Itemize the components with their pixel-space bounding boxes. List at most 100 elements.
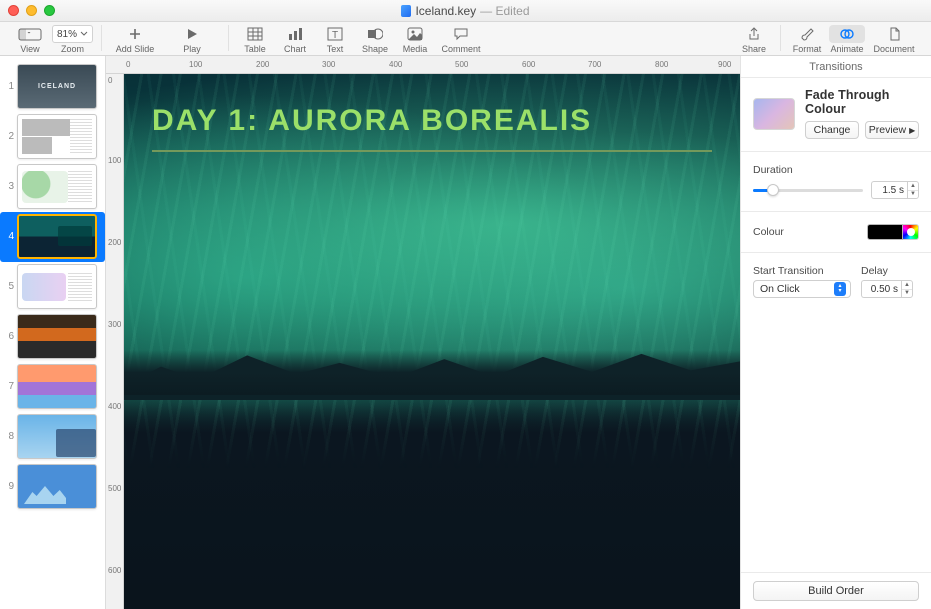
- delay-label: Delay: [861, 265, 919, 277]
- slider-knob[interactable]: [767, 184, 779, 196]
- chart-label: Chart: [284, 44, 306, 54]
- media-label: Media: [403, 44, 428, 54]
- thumb-2: [17, 114, 97, 159]
- document-button[interactable]: Document: [869, 25, 919, 54]
- comment-button[interactable]: Comment: [437, 25, 485, 54]
- play-button[interactable]: Play: [164, 25, 220, 54]
- zoom-window-button[interactable]: [44, 5, 55, 16]
- comment-icon: [453, 27, 469, 41]
- slide-thumbnail[interactable]: 8: [0, 412, 105, 462]
- stepper-up-icon[interactable]: ▲: [902, 281, 912, 290]
- share-icon: [747, 27, 761, 41]
- add-slide-button[interactable]: Add Slide: [110, 25, 160, 54]
- stepper-down-icon[interactable]: ▼: [902, 290, 912, 298]
- thumb-7: [17, 364, 97, 409]
- thumb-1: ICELAND: [17, 64, 97, 109]
- view-button[interactable]: View: [12, 25, 48, 54]
- build-order-button[interactable]: Build Order: [753, 581, 919, 601]
- minimize-window-button[interactable]: [26, 5, 37, 16]
- add-slide-label: Add Slide: [116, 44, 155, 54]
- slide-thumbnail[interactable]: 7: [0, 362, 105, 412]
- toolbar: View 81% Zoom Add Slide Play Table Chart: [0, 22, 931, 56]
- svg-text:T: T: [332, 30, 338, 41]
- slide-divider-line: [152, 150, 712, 152]
- slide-thumbnail[interactable]: 3: [0, 162, 105, 212]
- plus-icon: [128, 27, 142, 41]
- table-label: Table: [244, 44, 266, 54]
- document-icon: [887, 27, 901, 41]
- slide-thumbnail[interactable]: 5: [0, 262, 105, 312]
- delay-field[interactable]: 0.50 s: [861, 280, 901, 298]
- duration-stepper[interactable]: ▲▼: [907, 181, 919, 199]
- view-icon: [18, 27, 42, 41]
- slide-thumbnail[interactable]: 9: [0, 462, 105, 512]
- start-transition-select[interactable]: On Click ▴▾: [753, 280, 851, 298]
- slide-canvas[interactable]: DAY 1: AURORA BOREALIS: [124, 74, 740, 609]
- transition-swatch[interactable]: [753, 98, 795, 130]
- media-icon: [407, 27, 423, 41]
- colour-label: Colour: [753, 226, 784, 238]
- slide-navigator[interactable]: 1ICELAND 2 3 4 5 6 7 8 9: [0, 56, 106, 609]
- play-icon: [185, 27, 199, 41]
- thumb-4: [17, 214, 97, 259]
- select-arrows-icon: ▴▾: [834, 282, 846, 296]
- animate-label: Animate: [830, 44, 863, 54]
- document-filename: Iceland.key: [415, 4, 476, 18]
- duration-slider[interactable]: [753, 189, 863, 192]
- canvas-area: 0 100 200 300 400 500 600 700 800 900 0 …: [106, 56, 740, 609]
- delay-stepper[interactable]: ▲▼: [901, 280, 913, 298]
- duration-field[interactable]: 1.5 s: [871, 181, 907, 199]
- media-button[interactable]: Media: [397, 25, 433, 54]
- stepper-up-icon[interactable]: ▲: [908, 182, 918, 191]
- zoom-button[interactable]: 81% Zoom: [52, 25, 93, 54]
- thumb-6: [17, 314, 97, 359]
- shape-button[interactable]: Shape: [357, 25, 393, 54]
- table-icon: [247, 27, 263, 41]
- chart-icon: [287, 27, 303, 41]
- animate-button[interactable]: Animate: [829, 25, 865, 54]
- transition-name: Fade Through Colour: [805, 88, 919, 116]
- slide-thumbnail-selected[interactable]: 4: [0, 212, 105, 262]
- view-label: View: [20, 44, 39, 54]
- colour-picker-icon[interactable]: [903, 224, 919, 240]
- play-small-icon: ▶: [909, 126, 915, 135]
- window-titlebar: Iceland.key — Edited: [0, 0, 931, 22]
- document-status: — Edited: [480, 4, 529, 18]
- close-window-button[interactable]: [8, 5, 19, 16]
- thumb-8: [17, 414, 97, 459]
- slide-thumbnail[interactable]: 1ICELAND: [0, 62, 105, 112]
- document-label: Document: [873, 44, 914, 54]
- stepper-down-icon[interactable]: ▼: [908, 191, 918, 199]
- chevron-down-icon: [80, 31, 88, 37]
- comment-label: Comment: [442, 44, 481, 54]
- document-icon: [401, 5, 411, 17]
- shape-label: Shape: [362, 44, 388, 54]
- change-button[interactable]: Change: [805, 121, 859, 139]
- inspector-header: Transitions: [741, 56, 931, 78]
- text-icon: T: [327, 27, 343, 41]
- thumb-3: [17, 164, 97, 209]
- slide-title-text[interactable]: DAY 1: AURORA BOREALIS: [152, 104, 592, 138]
- share-button[interactable]: Share: [736, 25, 772, 54]
- preview-button[interactable]: Preview▶: [865, 121, 919, 139]
- colour-well[interactable]: [867, 224, 903, 240]
- window-controls: [8, 5, 55, 16]
- zoom-value: 81%: [57, 29, 77, 40]
- ruler-vertical: 0 100 200 300 400 500 600: [106, 74, 124, 609]
- brush-icon: [799, 27, 815, 41]
- zoom-label: Zoom: [61, 44, 84, 54]
- format-button[interactable]: Format: [789, 25, 825, 54]
- thumb-9: [17, 464, 97, 509]
- share-label: Share: [742, 44, 766, 54]
- slide-thumbnail[interactable]: 2: [0, 112, 105, 162]
- text-button[interactable]: T Text: [317, 25, 353, 54]
- inspector-panel: Transitions Fade Through Colour Change P…: [740, 56, 931, 609]
- current-slide[interactable]: DAY 1: AURORA BOREALIS: [124, 74, 740, 609]
- table-button[interactable]: Table: [237, 25, 273, 54]
- duration-label: Duration: [753, 164, 919, 176]
- text-label: Text: [327, 44, 344, 54]
- start-transition-label: Start Transition: [753, 265, 851, 277]
- slide-thumbnail[interactable]: 6: [0, 312, 105, 362]
- format-label: Format: [793, 44, 822, 54]
- chart-button[interactable]: Chart: [277, 25, 313, 54]
